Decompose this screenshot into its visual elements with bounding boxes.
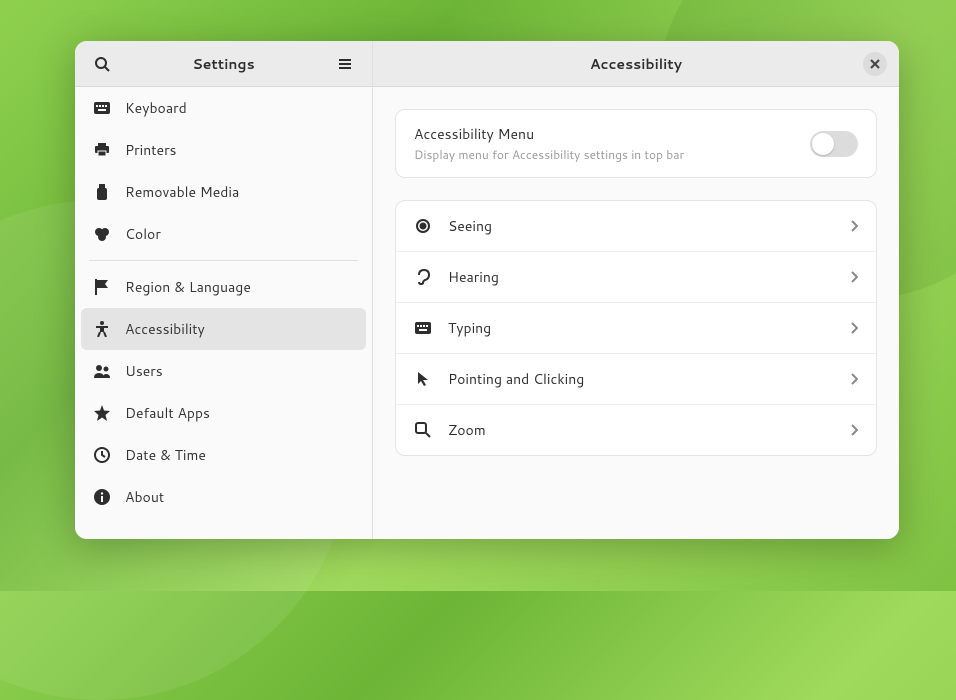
main-panel: Accessibility Accessibility Menu Display…: [373, 41, 899, 539]
category-seeing[interactable]: Seeing: [396, 201, 876, 252]
sidebar-item-printers[interactable]: Printers: [81, 129, 366, 171]
sidebar-title: Settings: [192, 54, 254, 74]
sidebar-item-label: Printers: [125, 140, 177, 160]
info-icon: [93, 489, 111, 505]
settings-window: Settings Keyboard Printers Removable Med…: [75, 41, 899, 539]
chevron-right-icon: [850, 220, 858, 232]
usb-icon: [93, 184, 111, 200]
search-icon[interactable]: [89, 51, 115, 77]
category-label: Seeing: [448, 216, 834, 236]
sidebar-item-label: About: [125, 487, 164, 507]
close-icon: [870, 59, 880, 69]
sidebar-item-label: Keyboard: [125, 98, 187, 118]
users-icon: [93, 364, 111, 378]
chevron-right-icon: [850, 373, 858, 385]
categories-card: Seeing Hearing Typing Pointing and Click…: [395, 200, 877, 456]
accessibility-menu-row: Accessibility Menu Display menu for Acce…: [396, 110, 876, 177]
keyboard-icon: [414, 322, 432, 334]
accessibility-menu-title: Accessibility Menu: [414, 124, 684, 144]
cursor-icon: [414, 371, 432, 387]
ear-icon: [414, 269, 432, 285]
sidebar-item-accessibility[interactable]: Accessibility: [81, 308, 366, 350]
sidebar-item-about[interactable]: About: [81, 476, 366, 518]
category-hearing[interactable]: Hearing: [396, 252, 876, 303]
sidebar-item-date-time[interactable]: Date & Time: [81, 434, 366, 476]
category-label: Hearing: [448, 267, 834, 287]
chevron-right-icon: [850, 322, 858, 334]
sidebar-item-color[interactable]: Color: [81, 213, 366, 255]
sidebar-item-keyboard[interactable]: Keyboard: [81, 87, 366, 129]
accessibility-menu-toggle[interactable]: [810, 131, 858, 157]
sidebar-item-region-language[interactable]: Region & Language: [81, 266, 366, 308]
main-header: Accessibility: [373, 41, 899, 87]
page-title: Accessibility: [590, 54, 682, 74]
magnifier-icon: [414, 422, 432, 438]
clock-icon: [93, 447, 111, 463]
sidebar-list: Keyboard Printers Removable Media Color …: [75, 87, 372, 539]
sidebar-item-default-apps[interactable]: Default Apps: [81, 392, 366, 434]
accessibility-menu-info: Accessibility Menu Display menu for Acce…: [414, 124, 684, 163]
star-icon: [93, 405, 111, 421]
category-zoom[interactable]: Zoom: [396, 405, 876, 455]
printer-icon: [93, 143, 111, 157]
chevron-right-icon: [850, 424, 858, 436]
hamburger-menu-icon[interactable]: [332, 51, 358, 77]
accessibility-menu-card: Accessibility Menu Display menu for Acce…: [395, 109, 877, 178]
sidebar-header: Settings: [75, 41, 372, 87]
sidebar: Settings Keyboard Printers Removable Med…: [75, 41, 373, 539]
main-body: Accessibility Menu Display menu for Acce…: [373, 87, 899, 539]
close-button[interactable]: [863, 52, 887, 76]
sidebar-item-users[interactable]: Users: [81, 350, 366, 392]
color-icon: [93, 227, 111, 241]
sidebar-item-removable-media[interactable]: Removable Media: [81, 171, 366, 213]
category-pointing-clicking[interactable]: Pointing and Clicking: [396, 354, 876, 405]
sidebar-item-label: Date & Time: [125, 445, 206, 465]
sidebar-separator: [89, 260, 358, 261]
sidebar-item-label: Color: [125, 224, 161, 244]
eye-icon: [414, 218, 432, 234]
sidebar-item-label: Removable Media: [125, 182, 239, 202]
category-label: Pointing and Clicking: [448, 369, 834, 389]
sidebar-item-label: Accessibility: [125, 319, 205, 339]
chevron-right-icon: [850, 271, 858, 283]
keyboard-icon: [93, 102, 111, 114]
sidebar-item-label: Users: [125, 361, 163, 381]
category-label: Typing: [448, 318, 834, 338]
sidebar-item-label: Default Apps: [125, 403, 210, 423]
sidebar-item-label: Region & Language: [125, 277, 251, 297]
accessibility-menu-subtitle: Display menu for Accessibility settings …: [414, 146, 684, 163]
accessibility-icon: [93, 321, 111, 337]
category-typing[interactable]: Typing: [396, 303, 876, 354]
category-label: Zoom: [448, 420, 834, 440]
flag-icon: [93, 279, 111, 295]
